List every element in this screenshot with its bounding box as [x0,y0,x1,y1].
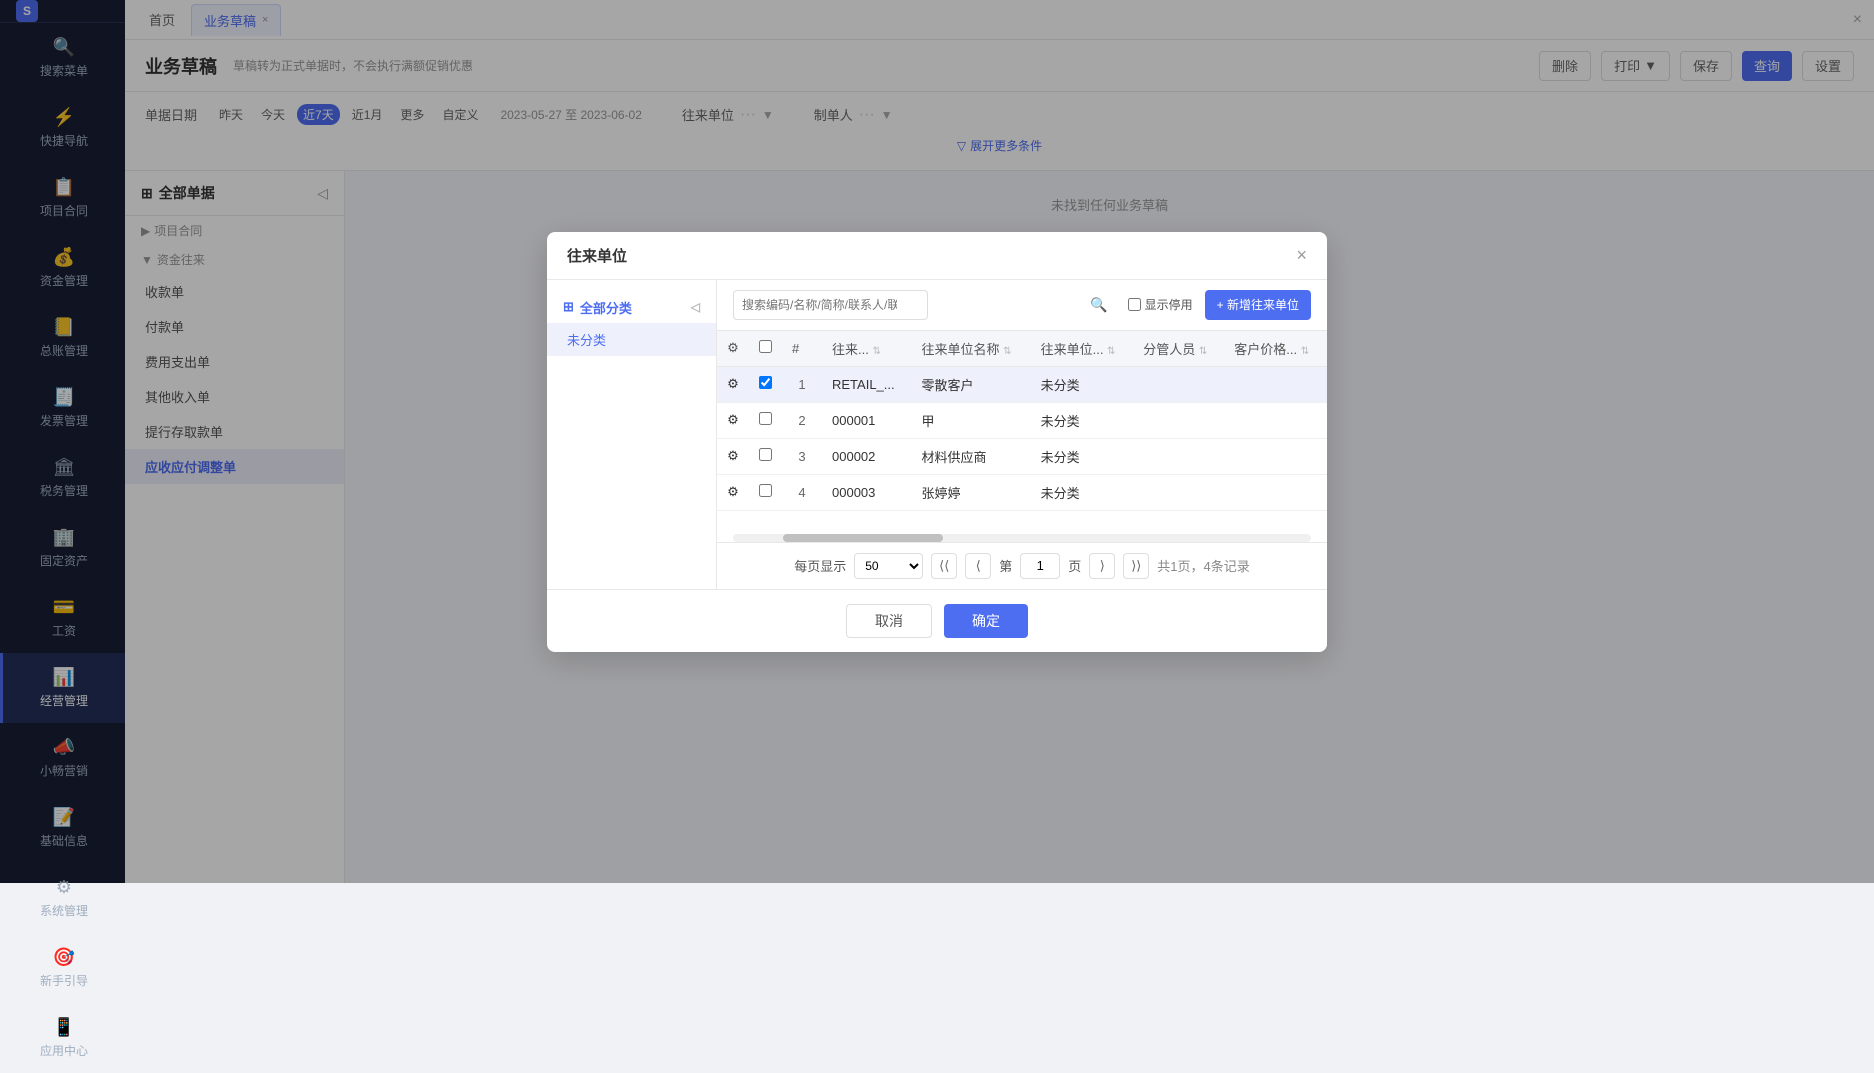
col-manager-header: 分管人员 ⇅ [1133,331,1224,367]
row-category: 未分类 [1031,474,1134,510]
guide-icon: 🎯 [53,947,75,968]
partner-dialog: 往来单位 × ⊞ 全部分类 ◁ 未分类 [547,232,1327,652]
dialog-body: ⊞ 全部分类 ◁ 未分类 🔍 显示停用 [547,280,1327,589]
row-code: RETAIL_... [822,366,911,402]
dialog-header: 往来单位 × [547,232,1327,280]
row-name: 张婷婷 [911,474,1030,510]
row-num: 3 [782,438,822,474]
row-num: 4 [782,474,822,510]
row-code: 000001 [822,402,911,438]
row-checkbox[interactable] [759,448,772,461]
col-code-header: 往来... ⇅ [822,331,911,367]
sidebar-item-label: 新手引导 [40,972,88,989]
row-checkbox-cell[interactable] [749,402,782,438]
table-row[interactable]: ⚙ 2 000001 甲 未分类 [717,402,1327,438]
table-row[interactable]: ⚙ 3 000002 材料供应商 未分类 [717,438,1327,474]
row-checkbox-cell[interactable] [749,438,782,474]
row-checkbox[interactable] [759,484,772,497]
show-disabled-checkbox[interactable] [1128,298,1141,311]
show-disabled-text: 显示停用 [1145,296,1193,313]
row-code: 000003 [822,474,911,510]
grid-small-icon: ⊞ [563,299,574,315]
dialog-category-panel: ⊞ 全部分类 ◁ 未分类 [547,280,717,589]
row-settings-btn[interactable]: ⚙ [717,402,749,438]
dialog-all-categories[interactable]: ⊞ 全部分类 ◁ [547,292,716,323]
search-icon: 🔍 [1090,296,1107,313]
col-name-header: 往来单位名称 ⇅ [911,331,1030,367]
row-code: 000002 [822,438,911,474]
row-settings-btn[interactable]: ⚙ [717,366,749,402]
row-category: 未分类 [1031,366,1134,402]
per-page-select[interactable]: 50 100 [854,553,923,579]
row-name: 甲 [911,402,1030,438]
row-checkbox[interactable] [759,412,772,425]
partner-search-input[interactable] [733,290,928,320]
dialog-table-wrap: ⚙ # 往来... ⇅ 往来单位名称 ⇅ [717,331,1327,534]
page-label: 第 [999,556,1012,575]
app-center-icon: 📱 [53,1017,75,1038]
partner-table: ⚙ # 往来... ⇅ 往来单位名称 ⇅ [717,331,1327,511]
pagination-row: 每页显示 50 100 ⟨⟨ ⟨ 第 页 ⟩ ⟩⟩ 共1页，4条记录 [717,542,1327,589]
col-num-header: # [782,331,822,367]
dialog-overlay: 往来单位 × ⊞ 全部分类 ◁ 未分类 [0,0,1874,883]
sidebar-item-label: 系统管理 [40,902,88,919]
row-settings-btn[interactable]: ⚙ [717,438,749,474]
last-page-btn[interactable]: ⟩⟩ [1123,553,1149,579]
all-categories-label: 全部分类 [580,298,632,317]
row-price [1224,438,1327,474]
prev-page-btn[interactable]: ⟨ [965,553,991,579]
show-disabled-label[interactable]: 显示停用 [1128,296,1193,313]
dialog-action-footer: 取消 确定 [547,589,1327,652]
dialog-toolbar: 🔍 显示停用 + 新增往来单位 [717,280,1327,331]
horizontal-scrollbar[interactable] [733,534,1311,542]
dialog-title: 往来单位 [567,245,627,266]
select-all-checkbox[interactable] [759,340,772,353]
row-category: 未分类 [1031,438,1134,474]
add-partner-button[interactable]: + 新增往来单位 [1205,290,1311,320]
sidebar-item-guide[interactable]: 🎯 新手引导 [0,933,125,1003]
scroll-thumb[interactable] [783,534,943,542]
sidebar-item-app-center[interactable]: 📱 应用中心 [0,1003,125,1073]
row-price [1224,366,1327,402]
current-page-input[interactable] [1020,553,1060,579]
cancel-button[interactable]: 取消 [846,604,932,638]
total-info: 共1页，4条记录 [1157,556,1249,575]
row-name: 零散客户 [911,366,1030,402]
row-category: 未分类 [1031,402,1134,438]
row-manager [1133,366,1224,402]
first-page-btn[interactable]: ⟨⟨ [931,553,957,579]
row-checkbox[interactable] [759,376,772,389]
dialog-right-panel: 🔍 显示停用 + 新增往来单位 ⚙ [717,280,1327,589]
row-checkbox-cell[interactable] [749,474,782,510]
row-num: 2 [782,402,822,438]
col-price-header: 客户价格... ⇅ [1224,331,1327,367]
next-page-btn[interactable]: ⟩ [1089,553,1115,579]
row-manager [1133,402,1224,438]
col-check-header [749,331,782,367]
search-wrapper: 🔍 [733,290,1116,320]
row-name: 材料供应商 [911,438,1030,474]
col-settings-header: ⚙ [717,331,749,367]
dialog-close-button[interactable]: × [1296,246,1307,264]
row-price [1224,402,1327,438]
col-category-header: 往来单位... ⇅ [1031,331,1134,367]
category-unclassified-label: 未分类 [567,333,606,348]
page-unit: 页 [1068,556,1081,575]
row-checkbox-cell[interactable] [749,366,782,402]
table-row[interactable]: ⚙ 1 RETAIL_... 零散客户 未分类 [717,366,1327,402]
row-price [1224,474,1327,510]
sidebar-item-label: 应用中心 [40,1042,88,1059]
collapse-left-icon[interactable]: ◁ [691,300,700,314]
row-num: 1 [782,366,822,402]
row-settings-btn[interactable]: ⚙ [717,474,749,510]
confirm-button[interactable]: 确定 [944,604,1028,638]
row-manager [1133,438,1224,474]
per-page-label: 每页显示 [794,556,846,575]
table-row[interactable]: ⚙ 4 000003 张婷婷 未分类 [717,474,1327,510]
dialog-category-unclassified[interactable]: 未分类 [547,323,716,356]
row-manager [1133,474,1224,510]
